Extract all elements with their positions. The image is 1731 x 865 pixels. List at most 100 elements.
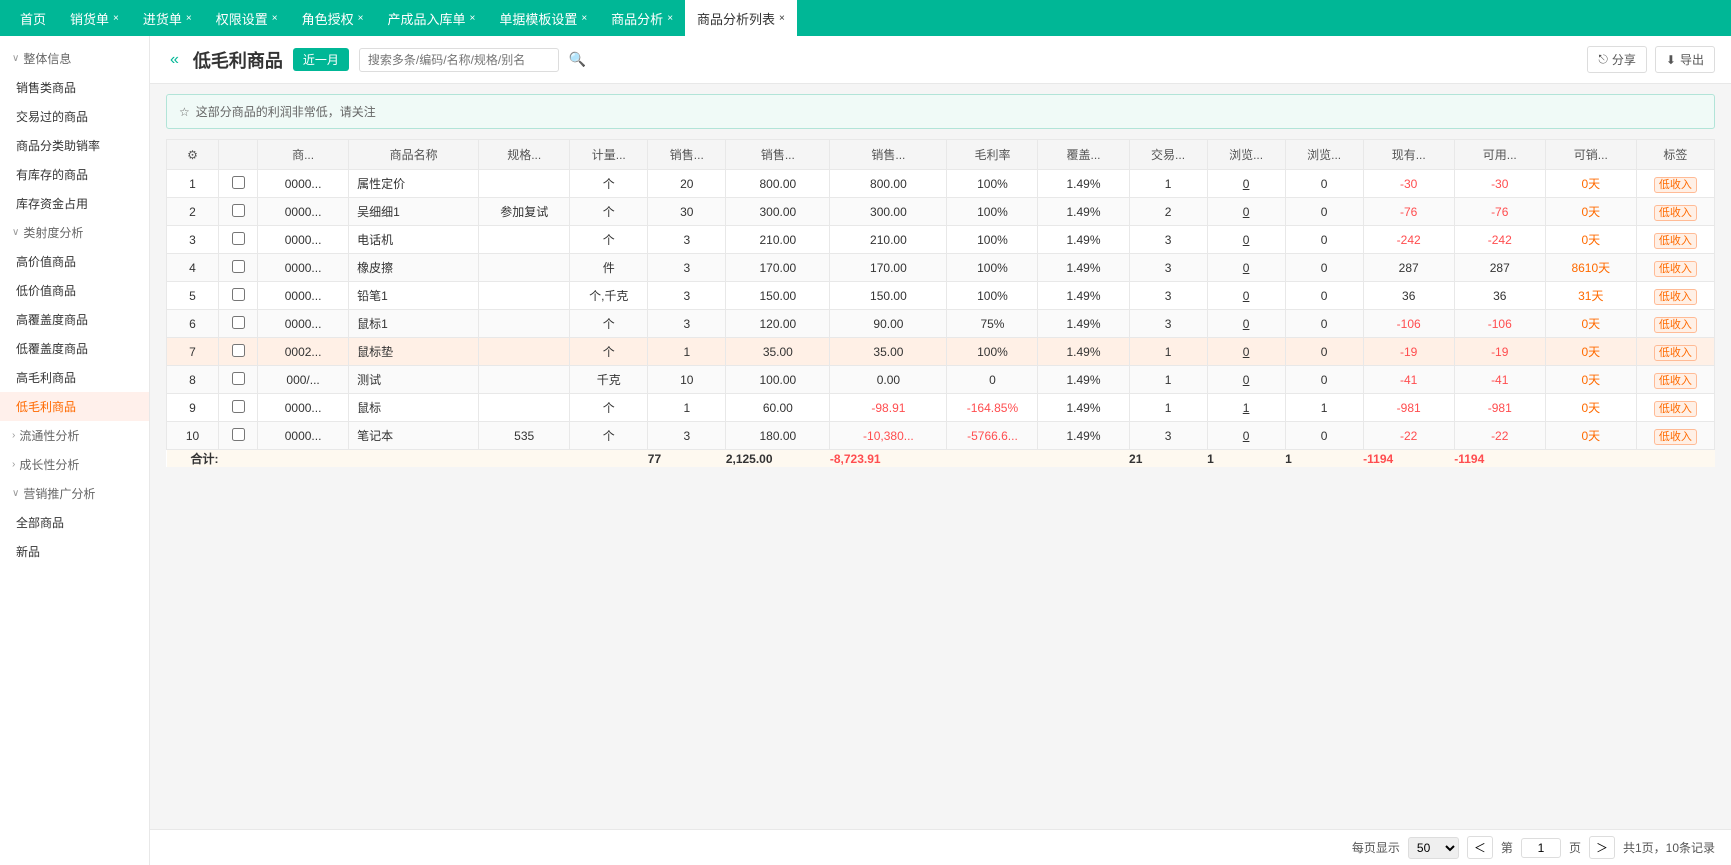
col-header-transaction[interactable]: 交易... <box>1129 140 1207 170</box>
row-saleable: 0天 <box>1545 394 1636 422</box>
row-checkbox[interactable] <box>232 260 245 273</box>
row-checkbox[interactable] <box>232 232 245 245</box>
arrow-icon: ∨ <box>12 53 19 64</box>
row-transaction: 3 <box>1129 282 1207 310</box>
data-table: ⚙商...商品名称规格...计量...销售...销售...销售...毛利率覆盖.… <box>166 139 1715 467</box>
col-header-coverage[interactable]: 覆盖... <box>1038 140 1129 170</box>
col-header-sales_price[interactable]: 销售... <box>726 140 830 170</box>
sidebar-item-有库存的商品[interactable]: 有库存的商品 <box>0 160 149 189</box>
next-page-button[interactable]: ＞ <box>1589 836 1615 859</box>
col-header-browse1[interactable]: 浏览... <box>1207 140 1285 170</box>
page-input[interactable] <box>1521 838 1561 858</box>
col-header-unit[interactable]: 计量... <box>570 140 648 170</box>
close-icon[interactable]: × <box>272 13 278 24</box>
sidebar-item-销售类商品[interactable]: 销售类商品 <box>0 73 149 102</box>
footer-cell-14: -1194 <box>1363 450 1454 468</box>
col-header-sales_qty[interactable]: 销售... <box>648 140 726 170</box>
nav-item-商品分析列表[interactable]: 商品分析列表 × <box>685 0 797 36</box>
table-row: 90000...鼠标个160.00-98.91-164.85%1.49%111-… <box>167 394 1715 422</box>
sidebar-item-低毛利商品[interactable]: 低毛利商品 <box>0 392 149 421</box>
col-header-code[interactable]: 商... <box>258 140 349 170</box>
row-checkbox[interactable] <box>232 204 245 217</box>
col-header-current_stock[interactable]: 现有... <box>1363 140 1454 170</box>
row-saleable: 0天 <box>1545 366 1636 394</box>
nav-item-首页[interactable]: 首页 <box>8 0 58 36</box>
sidebar-item-高价值商品[interactable]: 高价值商品 <box>0 247 149 276</box>
period-button[interactable]: 近一月 <box>293 48 349 71</box>
nav-item-单据模板设置[interactable]: 单据模板设置 × <box>487 0 599 36</box>
total-label: 页 <box>1569 839 1581 856</box>
nav-item-产成品入库单[interactable]: 产成品入库单 × <box>375 0 487 36</box>
nav-item-商品分析[interactable]: 商品分析 × <box>599 0 685 36</box>
close-icon[interactable]: × <box>358 13 364 24</box>
row-checkbox-cell <box>219 254 258 282</box>
col-header-name[interactable]: 商品名称 <box>349 140 479 170</box>
row-checkbox[interactable] <box>232 288 245 301</box>
row-saleable: 8610天 <box>1545 254 1636 282</box>
footer-cell-4 <box>479 450 570 468</box>
sidebar-item-低覆盖度商品[interactable]: 低覆盖度商品 <box>0 334 149 363</box>
row-browse1: 0 <box>1207 226 1285 254</box>
page-size-select[interactable]: 50 100 200 <box>1408 837 1459 859</box>
row-gross-margin: -5766.6... <box>947 422 1038 450</box>
col-header-available[interactable]: 可用... <box>1454 140 1545 170</box>
row-checkbox[interactable] <box>232 428 245 441</box>
footer-cell-16 <box>1545 450 1636 468</box>
sidebar-group-流通性分析[interactable]: ›流通性分析 <box>0 421 149 450</box>
row-current-stock: -19 <box>1363 338 1454 366</box>
row-coverage: 1.49% <box>1038 422 1129 450</box>
sidebar-group-营销推广分析[interactable]: ∨营销推广分析 <box>0 479 149 508</box>
sidebar-item-交易过的商品[interactable]: 交易过的商品 <box>0 102 149 131</box>
sidebar-group-类射度分析[interactable]: ∨类射度分析 <box>0 218 149 247</box>
row-coverage: 1.49% <box>1038 310 1129 338</box>
row-transaction: 3 <box>1129 226 1207 254</box>
row-checkbox-cell <box>219 338 258 366</box>
sidebar-item-高毛利商品[interactable]: 高毛利商品 <box>0 363 149 392</box>
col-header-settings[interactable]: ⚙ <box>167 140 219 170</box>
row-spec <box>479 226 570 254</box>
sidebar-item-库存资金占用[interactable]: 库存资金占用 <box>0 189 149 218</box>
col-header-spec[interactable]: 规格... <box>479 140 570 170</box>
sidebar-item-商品分类助销率[interactable]: 商品分类助销率 <box>0 131 149 160</box>
row-code: 0000... <box>258 198 349 226</box>
sidebar-group-成长性分析[interactable]: ›成长性分析 <box>0 450 149 479</box>
search-input[interactable] <box>359 48 559 72</box>
row-checkbox[interactable] <box>232 372 245 385</box>
nav-item-角色授权[interactable]: 角色授权 × <box>290 0 376 36</box>
close-icon[interactable]: × <box>667 13 673 24</box>
prev-page-button[interactable]: ＜ <box>1467 836 1493 859</box>
nav-item-销货单[interactable]: 销货单 × <box>58 0 131 36</box>
sidebar-item-新品[interactable]: 新品 <box>0 537 149 566</box>
row-checkbox[interactable] <box>232 400 245 413</box>
row-checkbox[interactable] <box>232 344 245 357</box>
row-spec: 参加复试 <box>479 198 570 226</box>
sidebar-item-全部商品[interactable]: 全部商品 <box>0 508 149 537</box>
close-icon[interactable]: × <box>113 13 119 24</box>
col-header-check[interactable] <box>219 140 258 170</box>
row-checkbox[interactable] <box>232 176 245 189</box>
col-header-saleable[interactable]: 可销... <box>1545 140 1636 170</box>
close-icon[interactable]: × <box>581 13 587 24</box>
sidebar-item-低价值商品[interactable]: 低价值商品 <box>0 276 149 305</box>
nav-item-权限设置[interactable]: 权限设置 × <box>204 0 290 36</box>
row-browse1: 0 <box>1207 254 1285 282</box>
row-code: 000/... <box>258 366 349 394</box>
collapse-btn[interactable]: « <box>166 51 183 69</box>
export-button[interactable]: ⬇ 导出 <box>1655 46 1715 73</box>
sidebar-item-高覆盖度商品[interactable]: 高覆盖度商品 <box>0 305 149 334</box>
search-button[interactable]: 🔍 <box>569 51 586 68</box>
col-header-gross_margin[interactable]: 毛利率 <box>947 140 1038 170</box>
share-button[interactable]: ⎋ 分享 <box>1587 46 1647 73</box>
close-icon[interactable]: × <box>779 13 785 24</box>
arrow-icon: › <box>12 430 15 441</box>
close-icon[interactable]: × <box>186 13 192 24</box>
nav-item-进货单[interactable]: 进货单 × <box>131 0 204 36</box>
close-icon[interactable]: × <box>469 13 475 24</box>
sidebar-group-整体信息[interactable]: ∨整体信息 <box>0 44 149 73</box>
row-checkbox[interactable] <box>232 316 245 329</box>
row-name: 鼠标1 <box>349 310 479 338</box>
col-header-tag[interactable]: 标签 <box>1636 140 1714 170</box>
row-gross-margin: 100% <box>947 282 1038 310</box>
col-header-sales_profit[interactable]: 销售... <box>830 140 947 170</box>
col-header-browse2[interactable]: 浏览... <box>1285 140 1363 170</box>
